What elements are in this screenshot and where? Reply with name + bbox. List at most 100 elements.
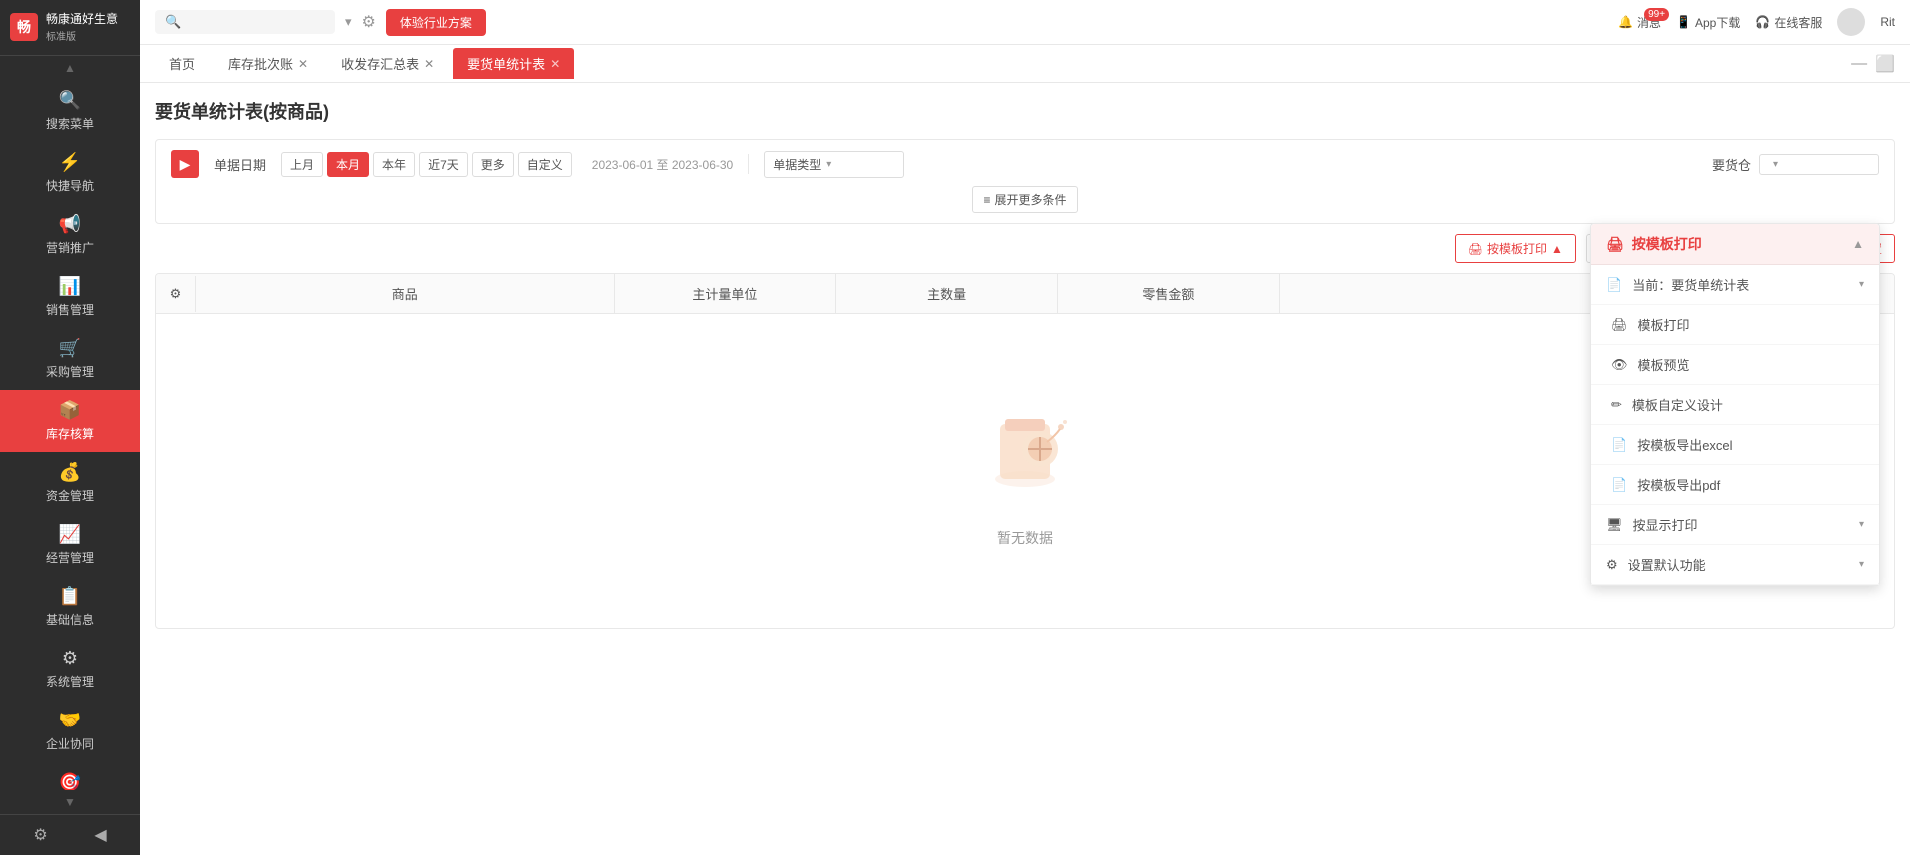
settings-bottom-icon[interactable]: ⚙ <box>33 825 47 845</box>
tab-batch[interactable]: 库存批次账 ✕ <box>214 48 322 79</box>
type-filter-chevron-icon: ▾ <box>826 159 831 170</box>
th-quantity: 主数量 <box>836 274 1058 313</box>
sidebar: 畅 畅康通好生意 标准版 ▲ 🔍 搜索菜单 ⚡ 快捷导航 📢 营销推广 📊 销售… <box>0 0 140 855</box>
finance-icon: 💰 <box>59 462 81 483</box>
template-print-label: 模板打印 <box>1638 315 1690 334</box>
dropdown-current-template[interactable]: 📄 当前：要货单统计表 ▾ <box>1591 265 1879 305</box>
th-unit: 主计量单位 <box>615 274 837 313</box>
print-label: 按模板打印 <box>1487 240 1547 257</box>
date-btn-more[interactable]: 更多 <box>472 152 514 177</box>
date-btn-custom[interactable]: 自定义 <box>518 152 572 177</box>
tab-order-stats-label: 要货单统计表 <box>467 54 545 73</box>
default-setting-chevron-icon: ▾ <box>1859 559 1864 570</box>
sidebar-scroll-down[interactable]: ▼ <box>0 790 140 814</box>
purchase-icon: 🛒 <box>59 338 81 359</box>
enterprise-icon: 🤝 <box>59 710 81 731</box>
category-chevron-icon: ▾ <box>1773 159 1778 170</box>
expand-more-icon: ≡ <box>983 193 990 207</box>
dropdown-default-setting[interactable]: ⚙ 设置默认功能 ▾ <box>1591 545 1879 585</box>
th-amount: 零售金额 <box>1058 274 1280 313</box>
print-button[interactable]: 🖨 按模板打印 ▲ <box>1455 234 1576 263</box>
topbar-gear-icon[interactable]: ⚙ <box>362 12 376 32</box>
date-btn-this-year[interactable]: 本年 <box>373 152 415 177</box>
sidebar-item-search[interactable]: 🔍 搜索菜单 <box>0 80 140 142</box>
dropdown-template-custom[interactable]: ✏ 模板自定义设计 <box>1591 385 1879 425</box>
tab-maximize-icon[interactable]: ⬜ <box>1875 54 1895 74</box>
sidebar-item-purchase[interactable]: 🛒 采购管理 <box>0 328 140 390</box>
template-preview-label: 模板预览 <box>1638 355 1690 374</box>
basic-icon: 📋 <box>59 586 81 607</box>
tab-collection[interactable]: 收发存汇总表 ✕ <box>327 48 448 79</box>
message-button[interactable]: 🔔 消息 99+ <box>1618 14 1661 31</box>
sidebar-item-marketing[interactable]: 📢 营销推广 <box>0 204 140 266</box>
app-download-icon: 📱 <box>1676 15 1691 29</box>
search-box[interactable]: 🔍 <box>155 10 335 34</box>
date-btn-7days[interactable]: 近7天 <box>419 152 468 177</box>
marketing-icon: 📢 <box>59 214 81 235</box>
th-gear[interactable]: ⚙ <box>156 276 196 312</box>
date-range-label: 2023-06-01 至 2023-06-30 <box>592 156 733 173</box>
filter-right: 要货仓 ▾ <box>1712 154 1879 175</box>
search-chevron-icon[interactable]: ▾ <box>345 14 352 30</box>
sidebar-item-quicknav[interactable]: ⚡ 快捷导航 <box>0 142 140 204</box>
sidebar-item-label: 销售管理 <box>46 301 94 318</box>
sidebar-item-operations[interactable]: 📈 经营管理 <box>0 514 140 576</box>
sidebar-item-newguide[interactable]: 🎯 新手引导 <box>0 762 140 790</box>
sidebar-item-finance[interactable]: 💰 资金管理 <box>0 452 140 514</box>
category-filter-select[interactable]: ▾ <box>1759 154 1879 175</box>
app-download-button[interactable]: 📱 App下载 <box>1676 14 1740 31</box>
sidebar-item-inventory[interactable]: 📦 库存核算 <box>0 390 140 452</box>
avatar[interactable] <box>1837 8 1865 36</box>
tab-order-stats-close[interactable]: ✕ <box>550 57 560 71</box>
dropdown-template-print[interactable]: 🖨 模板打印 <box>1591 305 1879 345</box>
filter-expand-icon[interactable]: ▶ <box>171 150 199 178</box>
sidebar-item-enterprise[interactable]: 🤝 企业协同 <box>0 700 140 762</box>
sidebar-item-sales[interactable]: 📊 销售管理 <box>0 266 140 328</box>
online-service-icon: 🎧 <box>1755 15 1770 29</box>
search-input[interactable] <box>186 15 306 29</box>
tab-order-stats[interactable]: 要货单统计表 ✕ <box>453 48 574 79</box>
tab-bar: 首页 库存批次账 ✕ 收发存汇总表 ✕ 要货单统计表 ✕ — ⬜ <box>140 45 1910 83</box>
date-btn-this-month[interactable]: 本月 <box>327 152 369 177</box>
online-service-button[interactable]: 🎧 在线客服 <box>1755 14 1822 31</box>
dropdown-title: 按模板打印 <box>1632 234 1702 254</box>
print-chevron-icon: ▲ <box>1551 242 1563 256</box>
tab-collection-close[interactable]: ✕ <box>424 57 434 71</box>
expand-more-label: 展开更多条件 <box>995 191 1067 208</box>
sidebar-scroll-up[interactable]: ▲ <box>0 56 140 80</box>
sidebar-item-label: 快捷导航 <box>46 177 94 194</box>
search-icon: 🔍 <box>59 90 81 111</box>
default-setting-label: 设置默认功能 <box>1628 555 1706 574</box>
sound-bottom-icon[interactable]: ◀ <box>94 825 106 845</box>
empty-illustration <box>975 394 1075 513</box>
sidebar-nav: 🔍 搜索菜单 ⚡ 快捷导航 📢 营销推广 📊 销售管理 🛒 采购管理 📦 库存核… <box>0 80 140 790</box>
type-filter-select[interactable]: 单据类型 ▾ <box>764 151 904 178</box>
dropdown-collapse-icon[interactable]: ▲ <box>1852 237 1864 251</box>
tab-batch-close[interactable]: ✕ <box>298 57 308 71</box>
sidebar-item-label: 资金管理 <box>46 487 94 504</box>
dropdown-title-group: 🖨 按模板打印 <box>1606 234 1702 254</box>
dropdown-template-preview[interactable]: 👁 模板预览 <box>1591 345 1879 385</box>
tab-home[interactable]: 首页 <box>155 48 209 79</box>
dropdown-header-controls: ▲ <box>1852 237 1864 251</box>
online-service-label: 在线客服 <box>1774 14 1822 31</box>
print-dropdown-panel: 🖨 按模板打印 ▲ 📄 当前：要货单统计表 ▾ 🖨 模板打印 👁 模板 <box>1590 223 1880 586</box>
dropdown-template-export-excel[interactable]: 📄 按模板导出excel <box>1591 425 1879 465</box>
date-btn-last-month[interactable]: 上月 <box>281 152 323 177</box>
tab-minimize-icon[interactable]: — <box>1851 55 1867 73</box>
expand-more-button[interactable]: ≡ 展开更多条件 <box>972 186 1077 213</box>
sidebar-item-basic[interactable]: 📋 基础信息 <box>0 576 140 638</box>
sidebar-item-label: 经营管理 <box>46 549 94 566</box>
sidebar-item-label: 基础信息 <box>46 611 94 628</box>
dropdown-display-print[interactable]: 🖥 按显示打印 ▾ <box>1591 505 1879 545</box>
sidebar-item-system[interactable]: ⚙ 系统管理 <box>0 638 140 700</box>
dropdown-header: 🖨 按模板打印 ▲ <box>1591 224 1879 265</box>
sidebar-item-label: 系统管理 <box>46 673 94 690</box>
message-badge: 99+ <box>1644 8 1669 21</box>
display-print-chevron-icon: ▾ <box>1859 519 1864 530</box>
sidebar-item-label: 营销推广 <box>46 239 94 256</box>
display-print-icon: 🖥 <box>1606 517 1623 533</box>
trial-button[interactable]: 体验行业方案 <box>386 9 486 36</box>
dropdown-template-export-pdf[interactable]: 📄 按模板导出pdf <box>1591 465 1879 505</box>
date-buttons: 上月 本月 本年 近7天 更多 自定义 <box>281 152 572 177</box>
